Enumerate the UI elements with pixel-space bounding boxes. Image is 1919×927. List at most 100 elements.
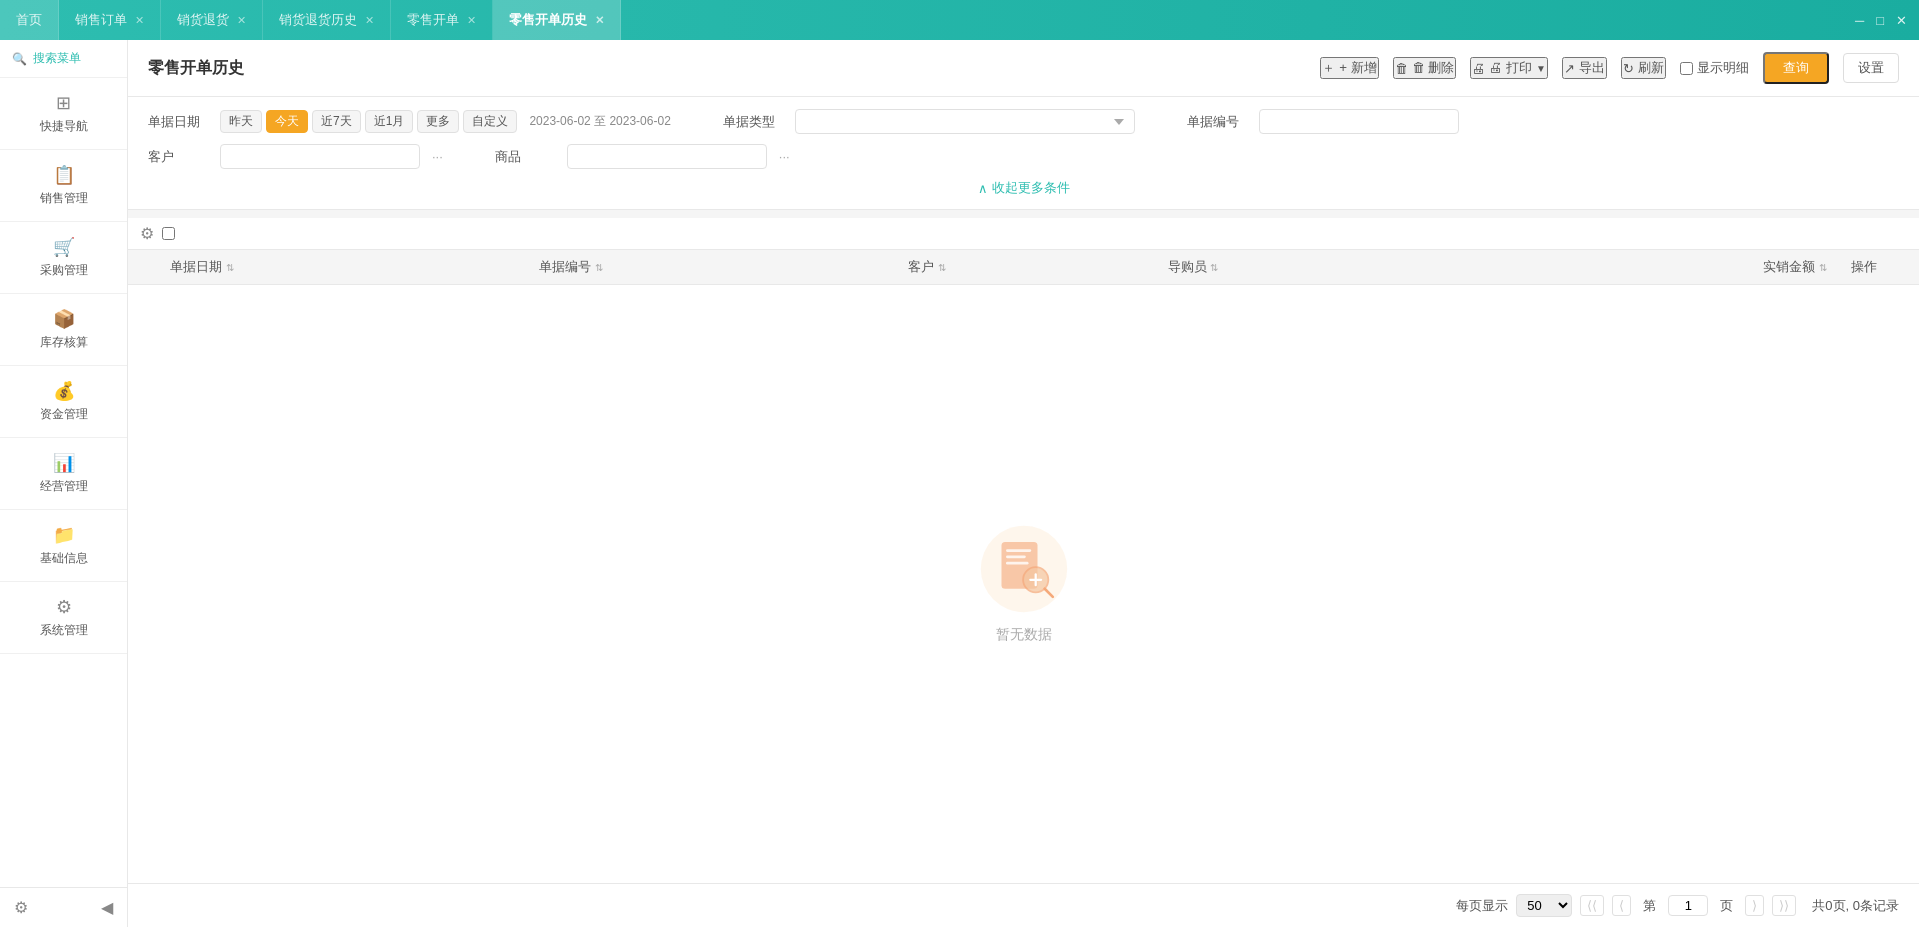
last-page-btn[interactable]: ⟩⟩ xyxy=(1772,895,1796,916)
th-customer[interactable]: 客户 ⇅ xyxy=(896,250,1156,285)
sidebar-item-quick-nav[interactable]: ⊞ 快捷导航 xyxy=(0,78,127,150)
sidebar-search-label: 搜索菜单 xyxy=(33,50,81,67)
sidebar-item-basic-info[interactable]: 📁 基础信息 xyxy=(0,510,127,582)
maximize-btn[interactable]: □ xyxy=(1876,13,1884,28)
sidebar-bottom: ⚙ ◀ xyxy=(0,887,127,927)
page-suffix: 页 xyxy=(1720,897,1733,915)
export-label: 导出 xyxy=(1579,59,1605,77)
display-detail-checkbox-label[interactable]: 显示明细 xyxy=(1680,59,1749,77)
filter-area: 单据日期 昨天 今天 近7天 近1月 更多 自定义 2023-06-02 至 2… xyxy=(128,97,1919,210)
display-detail-label: 显示明细 xyxy=(1697,59,1749,77)
delete-button[interactable]: 🗑 🗑 删除 xyxy=(1393,57,1457,79)
sidebar-label-operations: 经营管理 xyxy=(40,478,88,495)
tab-close-retail-open[interactable]: ✕ xyxy=(467,14,476,27)
date-btn-more[interactable]: 更多 xyxy=(417,110,459,133)
th-ops: 操作 xyxy=(1839,250,1919,285)
print-icon: 🖨 xyxy=(1472,61,1485,76)
tab-close-sales-order[interactable]: ✕ xyxy=(135,14,144,27)
prev-page-btn[interactable]: ⟨ xyxy=(1612,895,1631,916)
th-no[interactable]: 单据编号 ⇅ xyxy=(527,250,896,285)
sidebar-label-quick-nav: 快捷导航 xyxy=(40,118,88,135)
refresh-button[interactable]: ↻ 刷新 xyxy=(1621,57,1666,79)
sidebar-item-inventory[interactable]: 📦 库存核算 xyxy=(0,294,127,366)
close-btn[interactable]: ✕ xyxy=(1896,13,1907,28)
toolbar: ＋ + 新增 🗑 🗑 删除 🖨 🖨 打印 ▼ ↗ 导出 ↻ xyxy=(1320,52,1899,84)
next-page-btn[interactable]: ⟩ xyxy=(1745,895,1764,916)
export-button[interactable]: ↗ 导出 xyxy=(1562,57,1607,79)
goods-dots[interactable]: ··· xyxy=(779,149,790,164)
sidebar-item-operations[interactable]: 📊 经营管理 xyxy=(0,438,127,510)
current-page-input[interactable] xyxy=(1668,895,1708,916)
table-settings-icon[interactable]: ⚙ xyxy=(140,224,154,243)
print-button[interactable]: 🖨 🖨 打印 ▼ xyxy=(1470,57,1548,79)
collapse-btn[interactable]: ∧ 收起更多条件 xyxy=(148,179,1899,197)
date-btn-yesterday[interactable]: 昨天 xyxy=(220,110,262,133)
system-icon: ⚙ xyxy=(56,596,72,618)
delete-label: 🗑 删除 xyxy=(1412,59,1455,77)
page-label: 第 xyxy=(1643,897,1656,915)
operations-icon: 📊 xyxy=(53,452,75,474)
th-actual-amount[interactable]: 实销金额 ⇅ xyxy=(1470,250,1839,285)
date-btn-today[interactable]: 今天 xyxy=(266,110,308,133)
sidebar-item-sales-mgmt[interactable]: 📋 销售管理 xyxy=(0,150,127,222)
svg-rect-2 xyxy=(1006,549,1031,552)
add-button[interactable]: ＋ + 新增 xyxy=(1320,57,1379,79)
tab-sales-return-history[interactable]: 销货退货历史 ✕ xyxy=(263,0,391,40)
filter-row-1: 单据日期 昨天 今天 近7天 近1月 更多 自定义 2023-06-02 至 2… xyxy=(148,109,1899,134)
table-header-row: 单据日期 ⇅ 单据编号 ⇅ 客户 ⇅ 导购员 xyxy=(128,250,1919,285)
tab-retail-open[interactable]: 零售开单 ✕ xyxy=(391,0,493,40)
settings-button[interactable]: 设置 xyxy=(1843,53,1899,83)
display-detail-checkbox[interactable] xyxy=(1680,62,1693,75)
tab-sales-order[interactable]: 销售订单 ✕ xyxy=(59,0,161,40)
total-label: 共0页, 0条记录 xyxy=(1812,897,1899,915)
collapse-icon: ∧ xyxy=(978,181,988,196)
settings-icon[interactable]: ⚙ xyxy=(14,898,28,917)
customer-input[interactable] xyxy=(220,144,420,169)
empty-text: 暂无数据 xyxy=(996,626,1052,644)
first-page-btn[interactable]: ⟨⟨ xyxy=(1580,895,1604,916)
tab-home[interactable]: 首页 xyxy=(0,0,59,40)
date-btn-custom[interactable]: 自定义 xyxy=(463,110,517,133)
sort-date-icon: ⇅ xyxy=(226,262,234,273)
page-title: 零售开单历史 xyxy=(148,58,244,79)
date-label: 单据日期 xyxy=(148,113,208,131)
collapse-label: 收起更多条件 xyxy=(992,179,1070,197)
collapse-sidebar-btn[interactable]: ◀ xyxy=(101,898,113,917)
customer-dots[interactable]: ··· xyxy=(432,149,443,164)
per-page-select[interactable]: 10 20 50 100 xyxy=(1516,894,1572,917)
bill-type-select[interactable] xyxy=(795,109,1135,134)
pagination: 每页显示 10 20 50 100 ⟨⟨ ⟨ 第 页 ⟩ ⟩⟩ 共0页, 0条记… xyxy=(128,883,1919,927)
finance-icon: 💰 xyxy=(53,380,75,402)
main-layout: 🔍 搜索菜单 ⊞ 快捷导航 📋 销售管理 🛒 采购管理 📦 库存核算 💰 资金管… xyxy=(0,40,1919,927)
sales-icon: 📋 xyxy=(53,164,75,186)
tab-sales-return[interactable]: 销货退货 ✕ xyxy=(161,0,263,40)
table-area: ⚙ 单据日期 ⇅ 单据编号 ⇅ xyxy=(128,218,1919,927)
sidebar-search[interactable]: 🔍 搜索菜单 xyxy=(0,40,127,78)
goods-input[interactable] xyxy=(567,144,767,169)
query-button[interactable]: 查询 xyxy=(1763,52,1829,84)
sidebar-label-basic-info: 基础信息 xyxy=(40,550,88,567)
th-date[interactable]: 单据日期 ⇅ xyxy=(158,250,527,285)
window-controls: ─ □ ✕ xyxy=(1855,0,1919,40)
date-btn-last-month[interactable]: 近1月 xyxy=(365,110,414,133)
minimize-btn[interactable]: ─ xyxy=(1855,13,1864,28)
inventory-icon: 📦 xyxy=(53,308,75,330)
svg-rect-4 xyxy=(1006,562,1029,565)
bill-no-label: 单据编号 xyxy=(1187,113,1247,131)
sidebar-item-purchase-mgmt[interactable]: 🛒 采购管理 xyxy=(0,222,127,294)
bill-no-input[interactable] xyxy=(1259,109,1459,134)
th-checkbox xyxy=(128,250,158,285)
th-salesperson[interactable]: 导购员 ⇅ xyxy=(1156,250,1470,285)
tab-close-sales-return[interactable]: ✕ xyxy=(237,14,246,27)
tab-close-sales-return-history[interactable]: ✕ xyxy=(365,14,374,27)
select-all-checkbox[interactable] xyxy=(162,227,175,240)
per-page-label: 每页显示 xyxy=(1456,897,1508,915)
refresh-label: 刷新 xyxy=(1638,59,1664,77)
tab-close-retail-open-history[interactable]: ✕ xyxy=(595,14,604,27)
tab-retail-open-history[interactable]: 零售开单历史 ✕ xyxy=(493,0,621,40)
date-btn-last7[interactable]: 近7天 xyxy=(312,110,361,133)
sidebar-item-finance[interactable]: 💰 资金管理 xyxy=(0,366,127,438)
empty-state: 暂无数据 xyxy=(128,285,1919,883)
quick-nav-icon: ⊞ xyxy=(56,92,71,114)
sidebar-item-system[interactable]: ⚙ 系统管理 xyxy=(0,582,127,654)
